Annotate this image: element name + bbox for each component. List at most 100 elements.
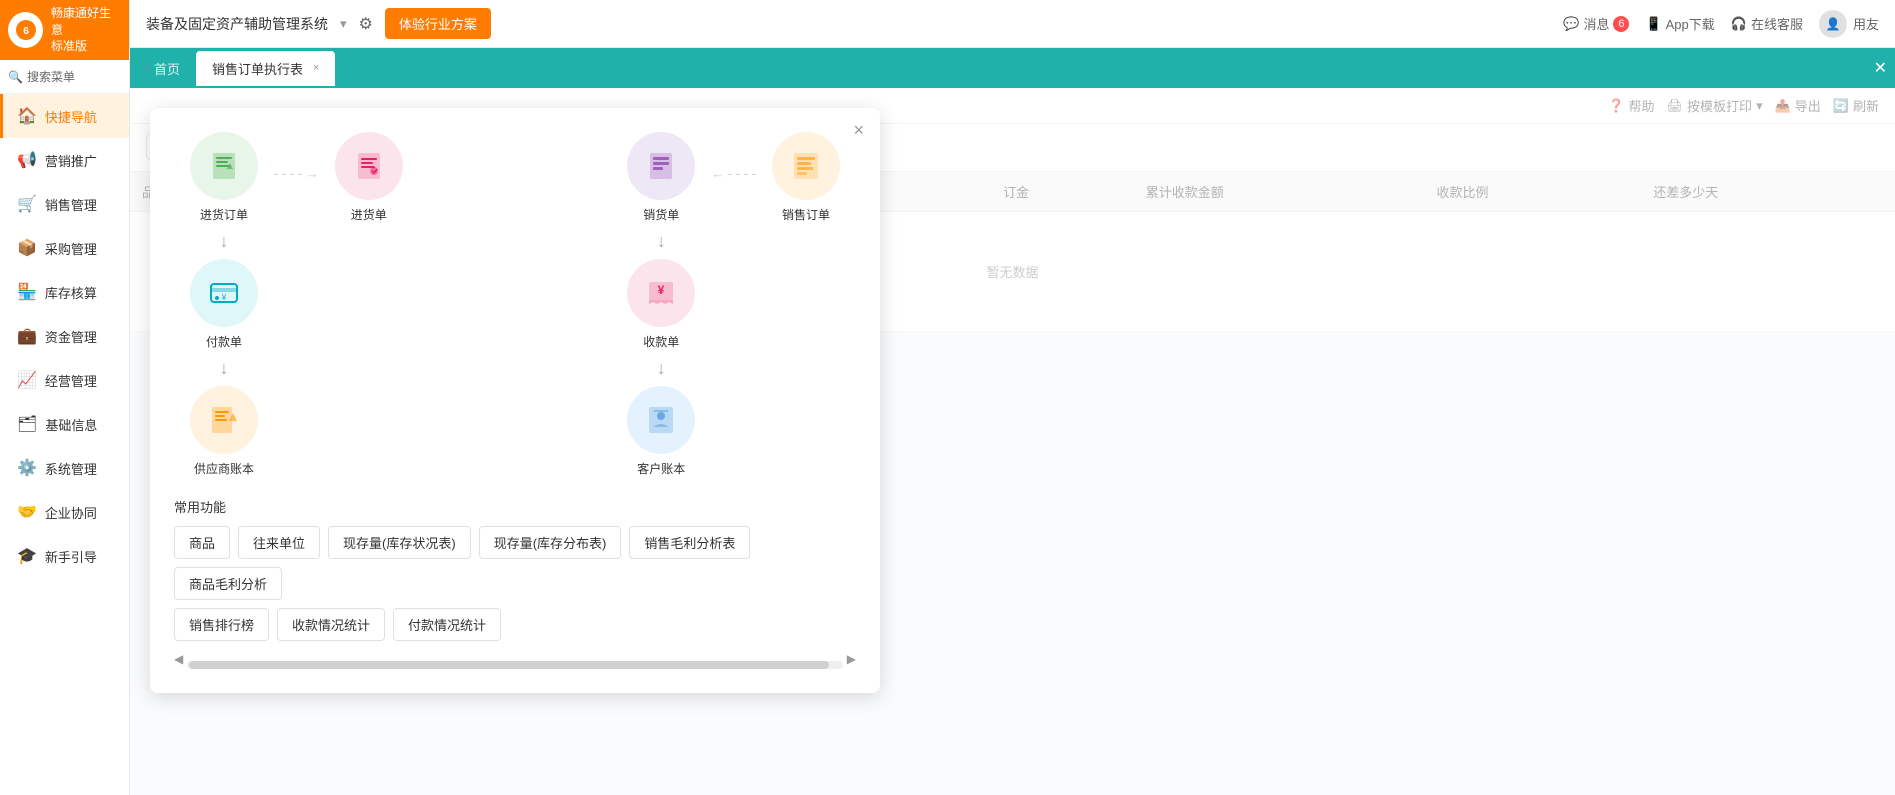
panel-close-btn[interactable]: × <box>853 120 864 141</box>
payment-label: 付款单 <box>206 333 242 350</box>
sidebar-item-guide[interactable]: 🎓 新手引导 <box>0 534 129 578</box>
sidebar-item-enterprise[interactable]: 🤝 企业协同 <box>0 490 129 534</box>
tab-home-label: 首页 <box>154 59 180 78</box>
supplier-account-icon <box>207 403 241 437</box>
func-btn-inventory-status[interactable]: 现存量(库存状况表) <box>328 526 471 559</box>
sales-bill-label: 销货单 <box>643 206 679 223</box>
common-functions: 常用功能 商品 往来单位 现存量(库存状况表) 现存量(库存分布表) 销售毛利分… <box>174 497 856 641</box>
sidebar-item-quick-nav[interactable]: 🏠 快捷导航 <box>0 94 129 138</box>
nav-label-base-info: 基础信息 <box>45 415 97 434</box>
panel-scrollbar-row: ◀ ▶ <box>174 649 856 669</box>
sales-bill-circle <box>627 132 695 200</box>
func-btn-sales-rank[interactable]: 销售排行榜 <box>174 608 269 641</box>
tab-close-btn[interactable]: × <box>313 62 319 74</box>
svg-text:¥: ¥ <box>658 283 665 297</box>
arrow-h1-wrapper: - - - - → <box>274 132 319 181</box>
payment-icon: ¥ <box>207 276 241 310</box>
sales-bill-node[interactable]: 销货单 <box>627 132 695 223</box>
purchase-icon: 📦 <box>17 238 37 258</box>
sales-order-circle <box>772 132 840 200</box>
payment-node[interactable]: ¥ 付款单 <box>190 259 258 350</box>
expand-icon[interactable]: ▾ <box>340 16 347 32</box>
scrollbar-thumb <box>189 661 829 669</box>
message-btn[interactable]: 💬 消息 6 <box>1563 14 1629 33</box>
message-badge: 6 <box>1613 16 1629 32</box>
sales-order-node[interactable]: 销售订单 <box>772 132 840 223</box>
nav-label-sales: 销售管理 <box>45 195 97 214</box>
top-bar-left: 装备及固定资产辅助管理系统 ▾ ⚙ 体验行业方案 <box>146 8 491 39</box>
tab-sales-order-execution[interactable]: 销售订单执行表 × <box>196 51 335 86</box>
operations-icon: 📈 <box>17 370 37 390</box>
arrow-v1: ↓ <box>220 223 229 259</box>
fourth-flow-col: 销售订单 <box>756 132 856 223</box>
search-menu[interactable]: 🔍 搜索菜单 <box>0 60 129 94</box>
scroll-left-arrow[interactable]: ◀ <box>174 652 183 666</box>
download-icon: 📱 <box>1645 16 1661 32</box>
func-btn-payment-stats[interactable]: 付款情况统计 <box>393 608 501 641</box>
sales-order-icon <box>789 149 823 183</box>
purchase-order-node[interactable]: 进货订单 <box>190 132 258 223</box>
sidebar-item-purchase[interactable]: 📦 采购管理 <box>0 226 129 270</box>
main-content: 装备及固定资产辅助管理系统 ▾ ⚙ 体验行业方案 💬 消息 6 📱 App下载 … <box>130 0 1895 795</box>
enterprise-icon: 🤝 <box>17 502 37 522</box>
search-icon: 🔍 <box>8 70 23 84</box>
nav-label-enterprise: 企业协同 <box>45 503 97 522</box>
sidebar-item-operations[interactable]: 📈 经营管理 <box>0 358 129 402</box>
nav-label-purchase: 采购管理 <box>45 239 97 258</box>
page-content: ❓ 帮助 🖨 按模板打印 ▾ 📤 导出 🔄 刷新 <box>130 88 1895 795</box>
purchase-order-icon <box>207 149 241 183</box>
scroll-right-arrow[interactable]: ▶ <box>847 652 856 666</box>
quick-guide-overlay: × <box>130 88 1895 795</box>
message-label: 消息 <box>1583 14 1609 33</box>
receipt-bill-node[interactable]: ¥ 收款单 <box>627 259 695 350</box>
tab-close-all-btn[interactable]: ✕ <box>1874 58 1887 78</box>
customer-account-node[interactable]: 客户账本 <box>627 386 695 477</box>
arrow-v3: ↓ <box>220 350 229 386</box>
func-btn-sales-margin[interactable]: 销售毛利分析表 <box>629 526 750 559</box>
func-btn-inventory-dist[interactable]: 现存量(库存分布表) <box>479 526 622 559</box>
left-flow-col: 进货订单 ↓ ¥ <box>174 132 274 477</box>
common-title: 常用功能 <box>174 497 856 516</box>
sidebar-item-marketing[interactable]: 📢 营销推广 <box>0 138 129 182</box>
inventory-icon: 🏪 <box>17 282 37 302</box>
nav-label-system: 系统管理 <box>45 459 97 478</box>
panel-scrollbar[interactable] <box>187 661 843 669</box>
logo-text: 畅康通好生意 标准版 <box>51 5 121 55</box>
receipt-bill-circle: ¥ <box>627 259 695 327</box>
sidebar-item-base-info[interactable]: 🗂 基础信息 <box>0 402 129 446</box>
sidebar-item-inventory[interactable]: 🏪 库存核算 <box>0 270 129 314</box>
sidebar: 6 畅康通好生意 标准版 🔍 搜索菜单 🏠 快捷导航 📢 营销推广 🛒 <box>0 0 130 795</box>
func-btns-row1: 商品 往来单位 现存量(库存状况表) 现存量(库存分布表) 销售毛利分析表 商品… <box>174 526 856 600</box>
func-btn-goods[interactable]: 商品 <box>174 526 230 559</box>
func-btn-receipt-stats[interactable]: 收款情况统计 <box>277 608 385 641</box>
search-label: 搜索菜单 <box>27 68 75 85</box>
tab-home[interactable]: 首页 <box>138 51 196 86</box>
nav-label-quick: 快捷导航 <box>45 107 97 126</box>
func-btn-goods-margin[interactable]: 商品毛利分析 <box>174 567 282 600</box>
purchase-bill-node[interactable]: 进货单 <box>335 132 403 223</box>
logo-icon: 6 <box>8 12 43 48</box>
supplier-account-node[interactable]: 供应商账本 <box>190 386 258 477</box>
arrow-h2-wrapper: ← - - - - <box>711 132 756 181</box>
logo-text-main: 畅康通好生意 <box>51 5 121 39</box>
sidebar-item-sales[interactable]: 🛒 销售管理 <box>0 182 129 226</box>
sidebar-nav: 🏠 快捷导航 📢 营销推广 🛒 销售管理 📦 采购管理 🏪 库存核算 💼 <box>0 94 129 795</box>
nav-label-operations: 经营管理 <box>45 371 97 390</box>
app-download-btn[interactable]: 📱 App下载 <box>1645 14 1714 33</box>
purchase-order-circle <box>190 132 258 200</box>
online-service-btn[interactable]: 🎧 在线客服 <box>1731 14 1803 33</box>
trial-btn[interactable]: 体验行业方案 <box>385 8 491 39</box>
sales-bill-icon <box>644 149 678 183</box>
top-bar: 装备及固定资产辅助管理系统 ▾ ⚙ 体验行业方案 💬 消息 6 📱 App下载 … <box>130 0 1895 48</box>
system-icon: ⚙️ <box>17 458 37 478</box>
brand-icon: 6 <box>14 18 38 42</box>
settings-icon[interactable]: ⚙ <box>359 14 373 34</box>
func-btn-partners[interactable]: 往来单位 <box>238 526 320 559</box>
tab-bar: 首页 销售订单执行表 × ✕ <box>130 48 1895 88</box>
sidebar-item-system[interactable]: ⚙️ 系统管理 <box>0 446 129 490</box>
sidebar-item-finance[interactable]: 💼 资金管理 <box>0 314 129 358</box>
customer-account-circle <box>627 386 695 454</box>
user-area[interactable]: 👤 用友 <box>1819 10 1879 38</box>
online-service-label: 在线客服 <box>1751 14 1803 33</box>
home-icon: 🏠 <box>17 106 37 126</box>
